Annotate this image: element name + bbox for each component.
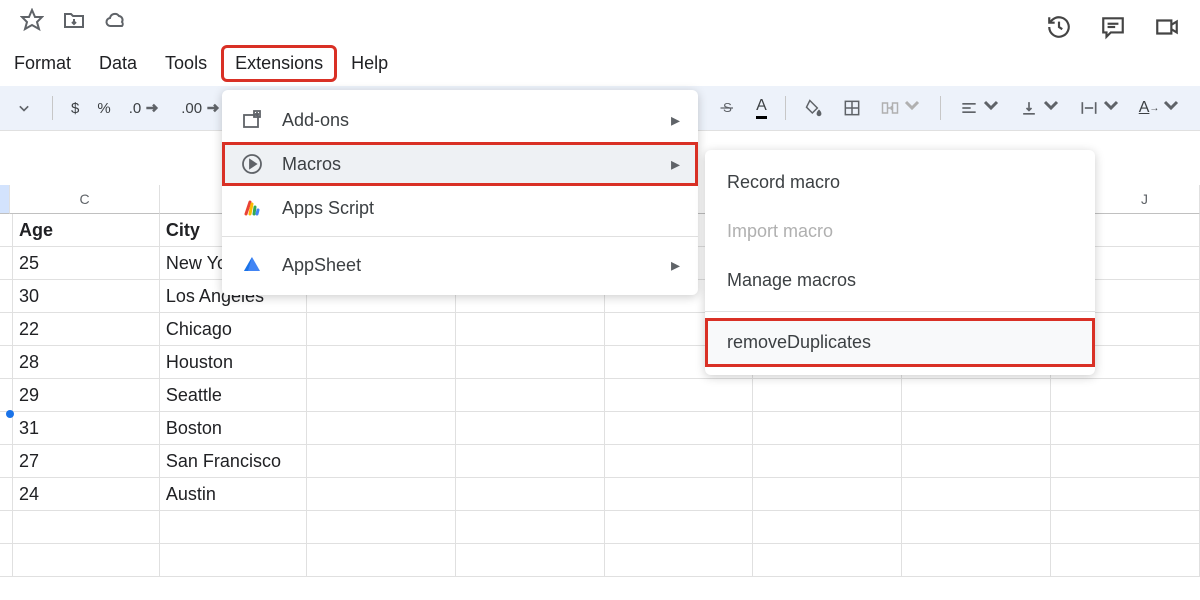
selection-handle-icon[interactable]	[6, 410, 14, 418]
currency-button[interactable]: $	[65, 96, 85, 121]
col-header-j[interactable]: J	[1090, 185, 1200, 214]
addons-menu-item[interactable]: Add-ons ▸	[222, 98, 698, 142]
col-header-c[interactable]: C	[10, 185, 160, 214]
appsheet-icon	[240, 253, 264, 277]
cell-age[interactable]: 30	[13, 280, 160, 312]
appsheet-label: AppSheet	[282, 255, 361, 276]
import-macro-item: Import macro	[705, 207, 1095, 256]
cell-city[interactable]: Seattle	[160, 379, 307, 411]
appsheet-menu-item[interactable]: AppSheet ▸	[222, 243, 698, 287]
star-icon[interactable]	[20, 8, 44, 37]
remove-duplicates-macro-item[interactable]: removeDuplicates	[705, 318, 1095, 367]
cell-city[interactable]: Austin	[160, 478, 307, 510]
cell-city[interactable]: Houston	[160, 346, 307, 378]
menubar: Format Data Tools Extensions Help	[0, 45, 1200, 86]
menu-data[interactable]: Data	[85, 45, 151, 82]
cell-age[interactable]: 24	[13, 478, 160, 510]
apps-script-label: Apps Script	[282, 198, 374, 219]
history-icon[interactable]	[1046, 14, 1072, 45]
fill-color-button[interactable]	[798, 94, 830, 122]
text-rotation-button[interactable]: A→	[1133, 92, 1188, 124]
percent-button[interactable]: %	[91, 96, 116, 121]
table-row[interactable]	[0, 511, 1200, 544]
merge-cells-button[interactable]	[874, 92, 928, 124]
addons-label: Add-ons	[282, 110, 349, 131]
addons-icon	[240, 108, 264, 132]
quick-access-icons	[0, 0, 1200, 45]
chevron-right-icon: ▸	[671, 110, 680, 131]
macros-menu-item[interactable]: Macros ▸	[222, 142, 698, 186]
table-row[interactable]: 27 San Francisco	[0, 445, 1200, 478]
cell-age[interactable]: 25	[13, 247, 160, 279]
table-row[interactable]: 31 Boston	[0, 412, 1200, 445]
header-age[interactable]: Age	[13, 214, 160, 246]
chevron-right-icon: ▸	[671, 154, 680, 175]
cloud-status-icon[interactable]	[104, 8, 128, 37]
col-header-partial[interactable]	[0, 185, 10, 214]
cell-age[interactable]: 27	[13, 445, 160, 477]
cell-age[interactable]: 29	[13, 379, 160, 411]
meet-icon[interactable]	[1154, 14, 1180, 45]
cell-city[interactable]: San Francisco	[160, 445, 307, 477]
extensions-dropdown: Add-ons ▸ Macros ▸ Apps Script AppSheet …	[222, 90, 698, 295]
table-row[interactable]: 29 Seattle	[0, 379, 1200, 412]
move-to-folder-icon[interactable]	[62, 8, 86, 37]
vertical-align-button[interactable]	[1013, 92, 1067, 124]
toolbar-more[interactable]	[8, 94, 40, 122]
record-macro-item[interactable]: Record macro	[705, 158, 1095, 207]
menu-extensions[interactable]: Extensions	[221, 45, 337, 82]
manage-macros-item[interactable]: Manage macros	[705, 256, 1095, 305]
strikethrough-button[interactable]: S	[712, 94, 744, 122]
top-right-icons	[1046, 14, 1180, 45]
cell-age[interactable]: 31	[13, 412, 160, 444]
text-wrap-button[interactable]	[1073, 92, 1127, 124]
menu-help[interactable]: Help	[337, 45, 402, 82]
borders-button[interactable]	[836, 94, 868, 122]
macros-submenu: Record macro Import macro Manage macros …	[705, 150, 1095, 375]
macros-icon	[240, 152, 264, 176]
horizontal-align-button[interactable]	[953, 92, 1007, 124]
decrease-decimal-button[interactable]: .0	[123, 94, 170, 122]
table-row[interactable]	[0, 544, 1200, 577]
apps-script-menu-item[interactable]: Apps Script	[222, 186, 698, 230]
macros-label: Macros	[282, 154, 341, 175]
menu-format[interactable]: Format	[0, 45, 85, 82]
comment-icon[interactable]	[1100, 14, 1126, 45]
text-color-button[interactable]: A	[750, 93, 773, 123]
chevron-right-icon: ▸	[671, 255, 680, 276]
cell-city[interactable]: Boston	[160, 412, 307, 444]
menu-tools[interactable]: Tools	[151, 45, 221, 82]
apps-script-icon	[240, 196, 264, 220]
cell-age[interactable]: 22	[13, 313, 160, 345]
table-row[interactable]: 24 Austin	[0, 478, 1200, 511]
cell-city[interactable]: Chicago	[160, 313, 307, 345]
cell-age[interactable]: 28	[13, 346, 160, 378]
